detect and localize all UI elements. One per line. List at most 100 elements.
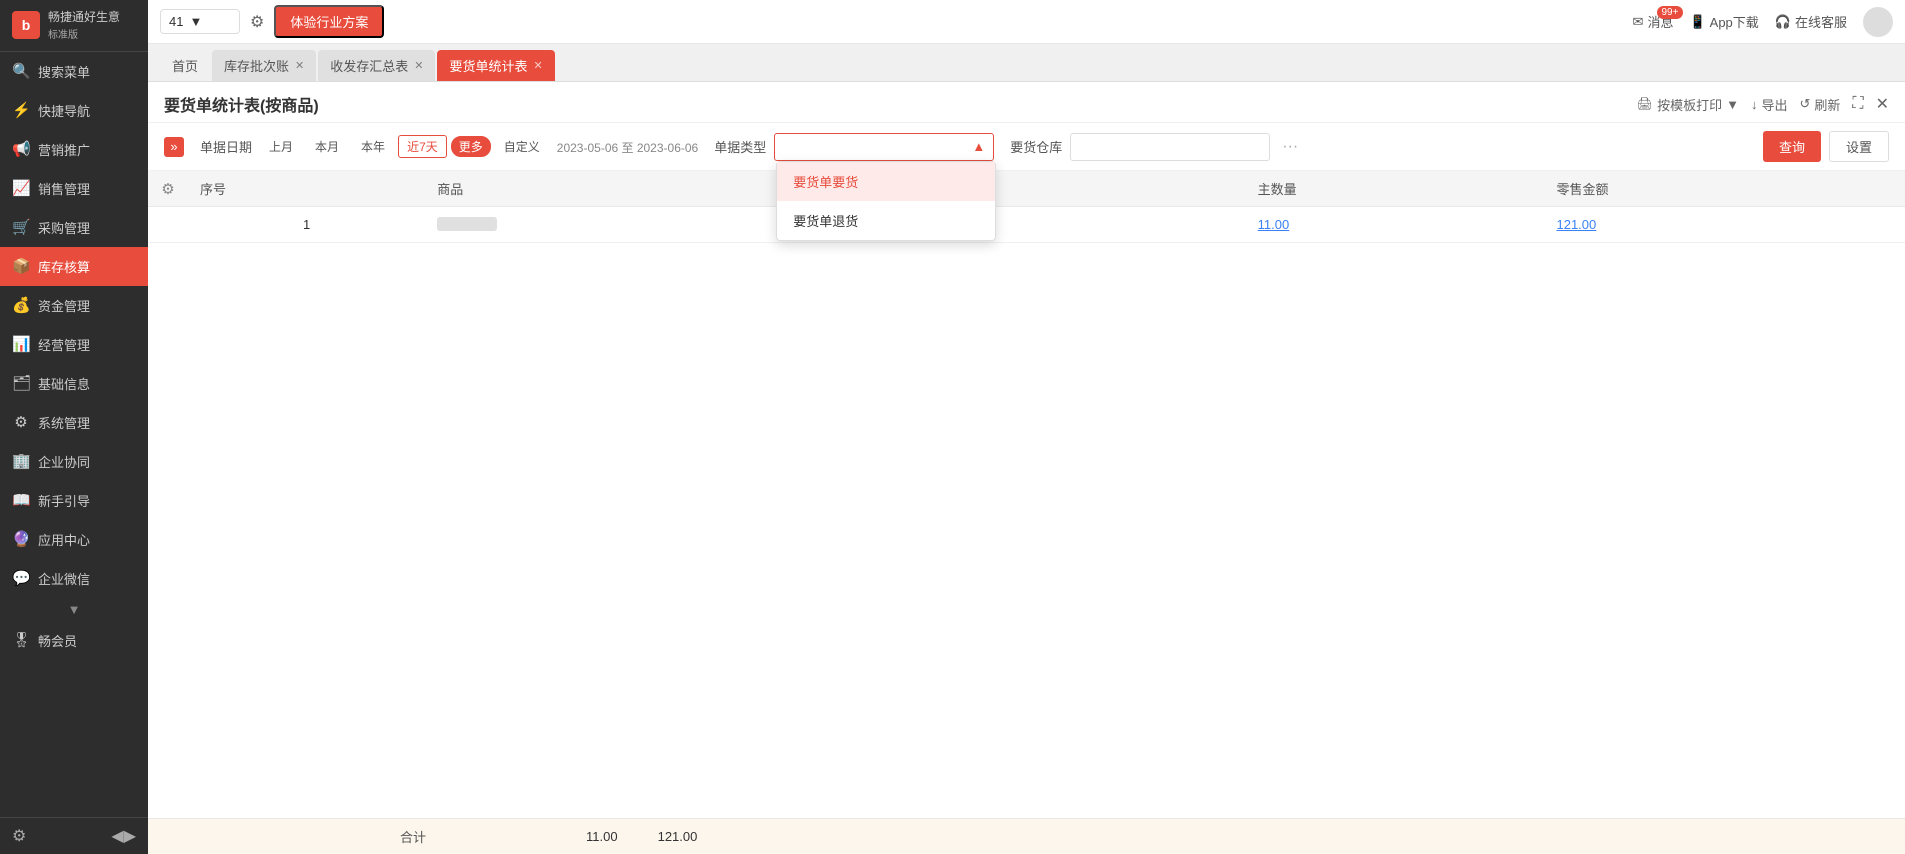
sidebar-item-enterprise[interactable]: 🏢 企业协同 [0, 442, 148, 481]
sidebar-item-search[interactable]: 🔍 搜索菜单 [0, 52, 148, 91]
tab-receive-summary[interactable]: 收发存汇总表 ✕ [318, 50, 435, 81]
dropdown-item-order-return[interactable]: 要货单退货 [777, 201, 995, 240]
amount-link[interactable]: 121.00 [1556, 217, 1596, 232]
management-icon: 📊 [12, 335, 30, 353]
user-avatar[interactable] [1863, 7, 1893, 37]
query-button[interactable]: 查询 [1763, 131, 1821, 162]
sidebar-item-label-quicknav: 快捷导航 [38, 101, 90, 120]
settings-footer-icon[interactable]: ⚙ [12, 826, 26, 846]
topbar-settings-icon[interactable]: ⚙ [250, 12, 264, 32]
th-amount: 零售金额 [1544, 171, 1905, 207]
sidebar-item-label-appcenter: 应用中心 [38, 530, 90, 549]
date-filter-group: 单据日期 上月 本月 本年 近7天 更多 自定义 2023-05-06 至 20… [200, 135, 698, 158]
sidebar-item-system[interactable]: ⚙ 系统管理 [0, 403, 148, 442]
sidebar-footer: ⚙ ◀▶ [0, 817, 148, 854]
shortcut-last-month[interactable]: 上月 [260, 135, 302, 158]
filter-area: » 单据日期 上月 本月 本年 近7天 更多 自定义 2023-05-06 至 … [148, 123, 1905, 171]
company-id: 41 [169, 14, 183, 29]
more-filters-icon[interactable]: ··· [1282, 138, 1298, 156]
page-title: 要货单统计表(按商品) [164, 92, 319, 116]
sidebar-item-wechat[interactable]: 💬 企业微信 [0, 559, 148, 598]
shortcut-this-month[interactable]: 本月 [306, 135, 348, 158]
date-shortcuts: 上月 本月 本年 近7天 更多 自定义 [260, 135, 549, 158]
settings-button[interactable]: 设置 [1829, 131, 1889, 162]
date-range-display: 2023-05-06 至 2023-06-06 [557, 139, 698, 156]
enterprise-icon: 🏢 [12, 452, 30, 470]
sidebar-item-marketing[interactable]: 📢 营销推广 [0, 130, 148, 169]
headset-icon: 🎧 [1775, 14, 1791, 30]
sidebar-item-inventory[interactable]: 📦 库存核算 [0, 247, 148, 286]
sidebar-item-label-search: 搜索菜单 [38, 62, 90, 81]
print-btn[interactable]: 🖨 按模板打印 ▼ [1637, 95, 1739, 114]
tab-home[interactable]: 首页 [160, 50, 210, 81]
online-service-label: 在线客服 [1795, 12, 1847, 31]
app-logo-icon: b [12, 11, 40, 39]
export-label: 导出 [1761, 95, 1787, 114]
finance-icon: 💰 [12, 296, 30, 314]
tab-inventory-batch-label: 库存批次账 [224, 56, 289, 75]
filter-actions: 查询 设置 [1763, 131, 1889, 162]
sidebar-scroll-down[interactable]: ▼ [0, 598, 148, 621]
page-header: 要货单统计表(按商品) 🖨 按模板打印 ▼ ↓ 导出 ↺ 刷新 ⛶ ✕ [148, 82, 1905, 123]
collapse-sidebar-icon[interactable]: ◀▶ [111, 826, 136, 846]
th-product: 商品 [425, 171, 823, 207]
footer-total-label: 合计 [400, 827, 426, 846]
print-dropdown-icon: ▼ [1726, 97, 1739, 112]
export-icon: ↓ [1751, 97, 1758, 112]
tab-order-stats[interactable]: 要货单统计表 ✕ [437, 50, 554, 81]
shortcut-custom[interactable]: 自定义 [495, 135, 549, 158]
sidebar-item-label-enterprise: 企业协同 [38, 452, 90, 471]
shortcut-this-year[interactable]: 本年 [352, 135, 394, 158]
tab-inventory-batch[interactable]: 库存批次账 ✕ [212, 50, 316, 81]
app-download-label: App下载 [1710, 12, 1759, 31]
app-download-btn[interactable]: 📱 App下载 [1689, 12, 1758, 31]
sidebar-item-sales[interactable]: 📈 销售管理 [0, 169, 148, 208]
th-index: 序号 [188, 171, 425, 207]
sidebar-item-appcenter[interactable]: 🔮 应用中心 [0, 520, 148, 559]
tab-inventory-batch-close[interactable]: ✕ [295, 59, 304, 72]
td-product: ██████ [425, 207, 823, 243]
messages-btn[interactable]: ✉ 消息 99+ [1633, 12, 1674, 31]
type-select-box[interactable]: ▲ [774, 133, 994, 161]
sidebar-item-basic-info[interactable]: 🗂 基础信息 [0, 364, 148, 403]
member-icon: 🎖 [12, 631, 30, 649]
td-quantity: 11.00 [1246, 207, 1545, 243]
sidebar-item-purchase[interactable]: 🛒 采购管理 [0, 208, 148, 247]
sidebar-item-newbie[interactable]: 📖 新手引导 [0, 481, 148, 520]
messages-badge: 99+ [1657, 6, 1684, 19]
sidebar-item-label-wechat: 企业微信 [38, 569, 90, 588]
type-select-arrow: ▲ [972, 139, 985, 154]
tab-receive-summary-label: 收发存汇总表 [330, 56, 408, 75]
sidebar-item-label-marketing: 营销推广 [38, 140, 90, 159]
refresh-btn[interactable]: ↺ 刷新 [1799, 95, 1840, 114]
td-row-settings [148, 207, 188, 243]
expand-window-btn[interactable]: ⛶ [1852, 95, 1863, 113]
sidebar-item-management[interactable]: 📊 经营管理 [0, 325, 148, 364]
tab-receive-summary-close[interactable]: ✕ [414, 59, 423, 72]
sidebar-item-finance[interactable]: 💰 资金管理 [0, 286, 148, 325]
appcenter-icon: 🔮 [12, 530, 30, 548]
filter-expand-btn[interactable]: » [164, 137, 184, 157]
type-label: 单据类型 [714, 137, 766, 156]
tab-order-stats-close[interactable]: ✕ [534, 59, 543, 72]
sidebar-item-member[interactable]: 🎖 畅会员 [0, 621, 148, 660]
sidebar-logo: b 畅捷通好生意 标准版 [0, 0, 148, 52]
company-selector[interactable]: 41 ▼ [160, 9, 240, 34]
shortcut-more[interactable]: 更多 [451, 136, 491, 157]
data-table: ⚙ 序号 商品 主计量单位 主数量 零售金额 1 ██████ [148, 171, 1905, 243]
column-settings-icon[interactable]: ⚙ [161, 181, 174, 198]
online-service-btn[interactable]: 🎧 在线客服 [1775, 12, 1847, 31]
shortcut-7days[interactable]: 近7天 [398, 135, 447, 158]
warehouse-select[interactable] [1070, 133, 1270, 161]
app-name-block: 畅捷通好生意 标准版 [48, 10, 120, 41]
dropdown-item-order-goods[interactable]: 要货单要货 [777, 162, 995, 201]
type-dropdown: 要货单要货 要货单退货 [776, 161, 996, 241]
trial-btn[interactable]: 体验行业方案 [274, 5, 384, 38]
export-btn[interactable]: ↓ 导出 [1751, 95, 1788, 114]
date-label: 单据日期 [200, 137, 252, 156]
phone-icon: 📱 [1689, 14, 1705, 30]
basicinfo-icon: 🗂 [12, 374, 30, 392]
quantity-link[interactable]: 11.00 [1258, 217, 1290, 232]
sidebar-item-quicknav[interactable]: ⚡ 快捷导航 [0, 91, 148, 130]
close-window-btn[interactable]: ✕ [1876, 94, 1889, 114]
